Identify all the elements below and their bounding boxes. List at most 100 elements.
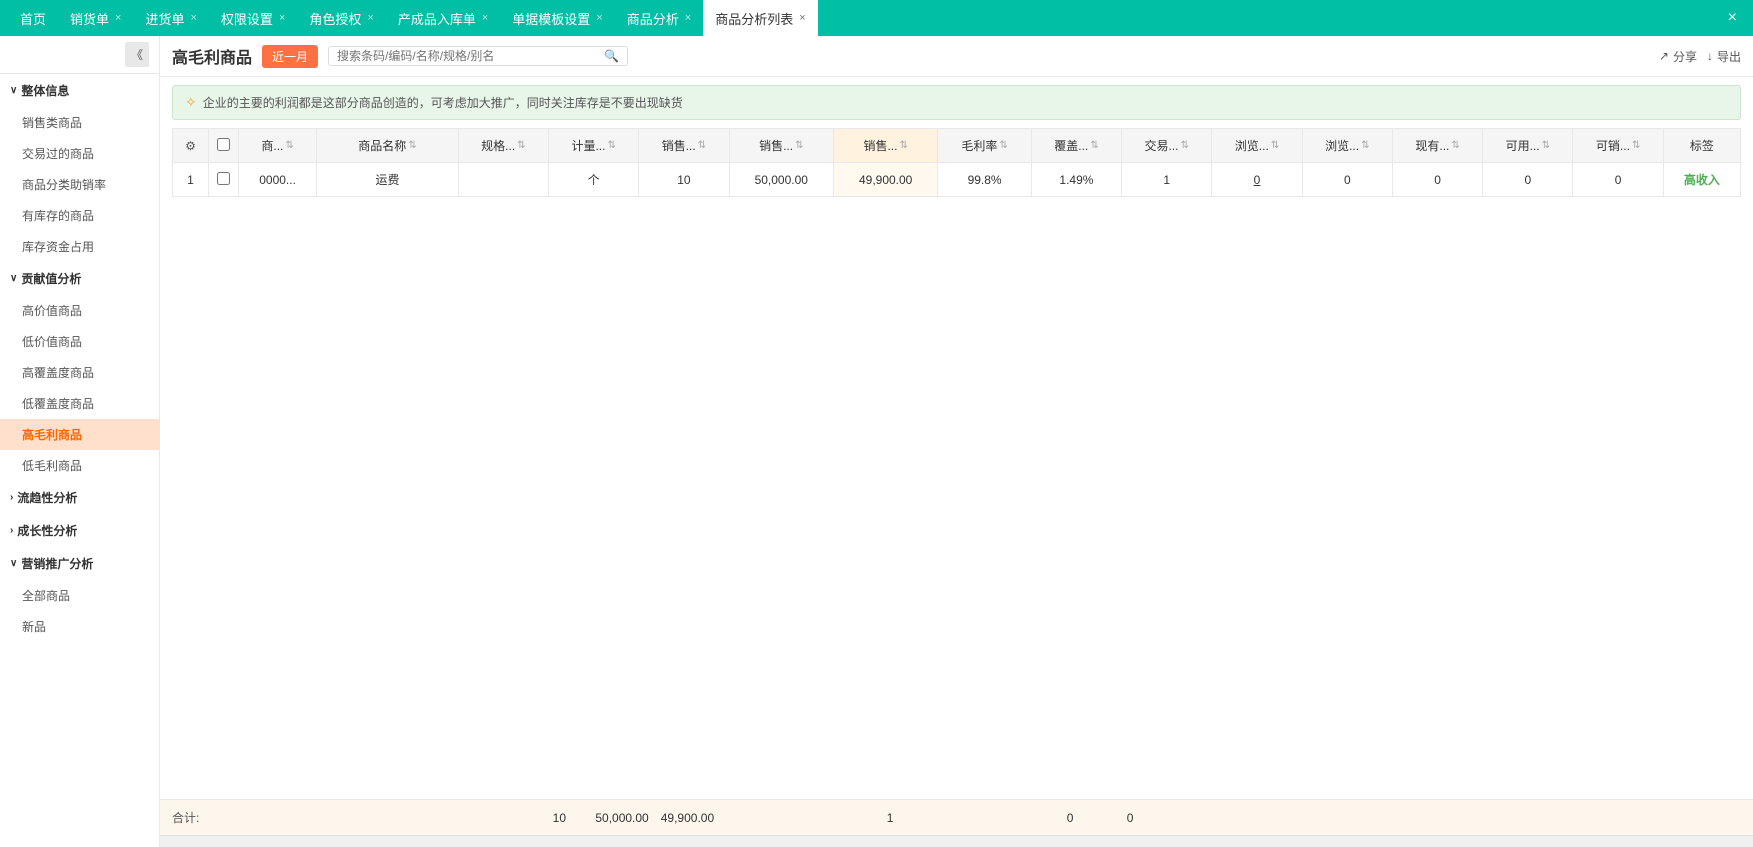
sidebar-section-growth-header[interactable]: › 成长性分析 — [0, 514, 159, 547]
footer-cells: 10 50,000.00 49,900.00 1 0 0 — [219, 811, 1741, 825]
sidebar-item-category-rate[interactable]: 商品分类助销率 — [0, 169, 159, 200]
col-salesqty-header: 销售... ⇅ — [639, 129, 729, 163]
row-seq: 1 — [173, 163, 209, 197]
export-button[interactable]: ↓ 导出 — [1707, 48, 1741, 65]
sort-spec[interactable]: ⇅ — [517, 140, 525, 151]
row-grossrate: 99.8% — [938, 163, 1031, 197]
close-template-settings[interactable]: × — [596, 12, 602, 24]
sort-grossrate[interactable]: ⇅ — [999, 140, 1007, 151]
collapse-sidebar-button[interactable]: 《 — [125, 42, 149, 67]
col-settings: ⚙ — [173, 129, 209, 163]
col-checkbox — [209, 129, 239, 163]
row-salesprofit: 49,900.00 — [833, 163, 937, 197]
search-icon[interactable]: 🔍 — [604, 49, 619, 63]
period-button[interactable]: 近一月 — [262, 45, 318, 68]
section-overall-arrow: ∨ — [10, 85, 17, 96]
sidebar-item-high-value[interactable]: 高价值商品 — [0, 295, 159, 326]
sort-salesamt[interactable]: ⇅ — [795, 140, 803, 151]
header-actions: ↗ 分享 ↓ 导出 — [1659, 48, 1741, 65]
table-row: 1 0000... 运费 个 10 50,000.00 49,900.00 99… — [173, 163, 1741, 197]
sort-transactions[interactable]: ⇅ — [1181, 140, 1189, 151]
close-product-analysis-list[interactable]: × — [799, 12, 805, 24]
sidebar-section-marketing-header[interactable]: ∨ 营销推广分析 — [0, 547, 159, 580]
browse1-link[interactable]: 0 — [1254, 173, 1261, 187]
col-grossrate-header: 毛利率 ⇅ — [938, 129, 1031, 163]
window-close-button[interactable]: × — [1720, 9, 1745, 27]
close-purchase-order[interactable]: × — [190, 12, 196, 24]
top-navigation: 首页 销货单 × 进货单 × 权限设置 × 角色授权 × 产成品入库单 × 单据… — [0, 0, 1753, 36]
sort-browse1[interactable]: ⇅ — [1271, 140, 1279, 151]
sidebar-section-overall: ∨ 整体信息 销售类商品 交易过的商品 商品分类助销率 有库存的商品 库存资金占… — [0, 74, 159, 262]
sidebar-section-growth: › 成长性分析 — [0, 514, 159, 547]
sidebar-item-stock-capital[interactable]: 库存资金占用 — [0, 231, 159, 262]
row-code: 0000... — [239, 163, 317, 197]
sidebar-item-low-margin[interactable]: 低毛利商品 — [0, 450, 159, 481]
select-all-checkbox[interactable] — [217, 138, 230, 151]
horizontal-scrollbar[interactable] — [160, 835, 1753, 847]
sort-salesqty[interactable]: ⇅ — [698, 140, 706, 151]
col-current-header: 现有... ⇅ — [1392, 129, 1482, 163]
page-title: 高毛利商品 — [172, 44, 252, 68]
nav-purchase-order[interactable]: 进货单 × — [133, 0, 208, 36]
close-role-auth[interactable]: × — [367, 12, 373, 24]
sidebar-item-traded-products[interactable]: 交易过的商品 — [0, 138, 159, 169]
row-browse1[interactable]: 0 — [1212, 163, 1302, 197]
row-available: 0 — [1483, 163, 1573, 197]
close-product-analysis[interactable]: × — [685, 12, 691, 24]
sidebar-item-sales-products[interactable]: 销售类商品 — [0, 107, 159, 138]
row-saleable: 0 — [1573, 163, 1663, 197]
sidebar-section-contribution-header[interactable]: ∨ 贡献值分析 — [0, 262, 159, 295]
col-salesprofit-header: 销售... ⇅ — [833, 129, 937, 163]
nav-product-inbound[interactable]: 产成品入库单 × — [386, 0, 500, 36]
sidebar-item-high-coverage[interactable]: 高覆盖度商品 — [0, 357, 159, 388]
sort-coverage[interactable]: ⇅ — [1090, 140, 1098, 151]
row-browse2: 0 — [1302, 163, 1392, 197]
nav-home[interactable]: 首页 — [8, 0, 58, 36]
sort-name[interactable]: ⇅ — [408, 140, 416, 151]
footer-salesprofit: 49,900.00 — [655, 811, 720, 825]
nav-role-auth[interactable]: 角色授权 × — [297, 0, 385, 36]
close-permission-settings[interactable]: × — [279, 12, 285, 24]
close-product-inbound[interactable]: × — [482, 12, 488, 24]
col-browse1-header: 浏览... ⇅ — [1212, 129, 1302, 163]
sidebar-item-low-coverage[interactable]: 低覆盖度商品 — [0, 388, 159, 419]
row-select-checkbox[interactable] — [217, 172, 230, 185]
sort-saleable[interactable]: ⇅ — [1632, 140, 1640, 151]
sidebar-item-all-products[interactable]: 全部商品 — [0, 580, 159, 611]
sidebar-section-overall-header[interactable]: ∨ 整体信息 — [0, 74, 159, 107]
col-saleable-header: 可销... ⇅ — [1573, 129, 1663, 163]
row-checkbox — [209, 163, 239, 197]
col-available-header: 可用... ⇅ — [1483, 129, 1573, 163]
sort-unit[interactable]: ⇅ — [607, 140, 615, 151]
sort-salesprofit[interactable]: ⇅ — [899, 140, 907, 151]
nav-template-settings[interactable]: 单据模板设置 × — [500, 0, 614, 36]
footer-available: 0 — [1100, 811, 1160, 825]
sidebar-item-new-products[interactable]: 新品 — [0, 611, 159, 642]
col-code-header: 商... ⇅ — [239, 129, 317, 163]
col-coverage-header: 覆盖... ⇅ — [1031, 129, 1121, 163]
nav-product-analysis-list[interactable]: 商品分析列表 × — [703, 0, 817, 36]
sort-code[interactable]: ⇅ — [285, 140, 293, 151]
sidebar-item-high-margin[interactable]: 高毛利商品 — [0, 419, 159, 450]
sidebar-section-contribution: ∨ 贡献值分析 高价值商品 低价值商品 高覆盖度商品 低覆盖度商品 高毛利商品 … — [0, 262, 159, 481]
row-transactions: 1 — [1122, 163, 1212, 197]
nav-sales-order[interactable]: 销货单 × — [58, 0, 133, 36]
footer-salesamt: 50,000.00 — [589, 811, 654, 825]
col-tag-header: 标签 — [1663, 129, 1740, 163]
row-salesamt: 50,000.00 — [729, 163, 833, 197]
search-input[interactable] — [337, 49, 600, 63]
col-spec-header: 规格... ⇅ — [458, 129, 548, 163]
sidebar-item-low-value[interactable]: 低价值商品 — [0, 326, 159, 357]
nav-permission-settings[interactable]: 权限设置 × — [209, 0, 297, 36]
sort-browse2[interactable]: ⇅ — [1361, 140, 1369, 151]
share-button[interactable]: ↗ 分享 — [1659, 48, 1697, 65]
nav-product-analysis[interactable]: 商品分析 × — [615, 0, 703, 36]
sidebar-item-stocked-products[interactable]: 有库存的商品 — [0, 200, 159, 231]
col-salesamt-header: 销售... ⇅ — [729, 129, 833, 163]
sort-available[interactable]: ⇅ — [1542, 140, 1550, 151]
settings-icon[interactable]: ⚙ — [185, 139, 196, 153]
sidebar-section-trend-header[interactable]: › 流趋性分析 — [0, 481, 159, 514]
sort-current[interactable]: ⇅ — [1451, 140, 1459, 151]
col-browse2-header: 浏览... ⇅ — [1302, 129, 1392, 163]
close-sales-order[interactable]: × — [115, 12, 121, 24]
